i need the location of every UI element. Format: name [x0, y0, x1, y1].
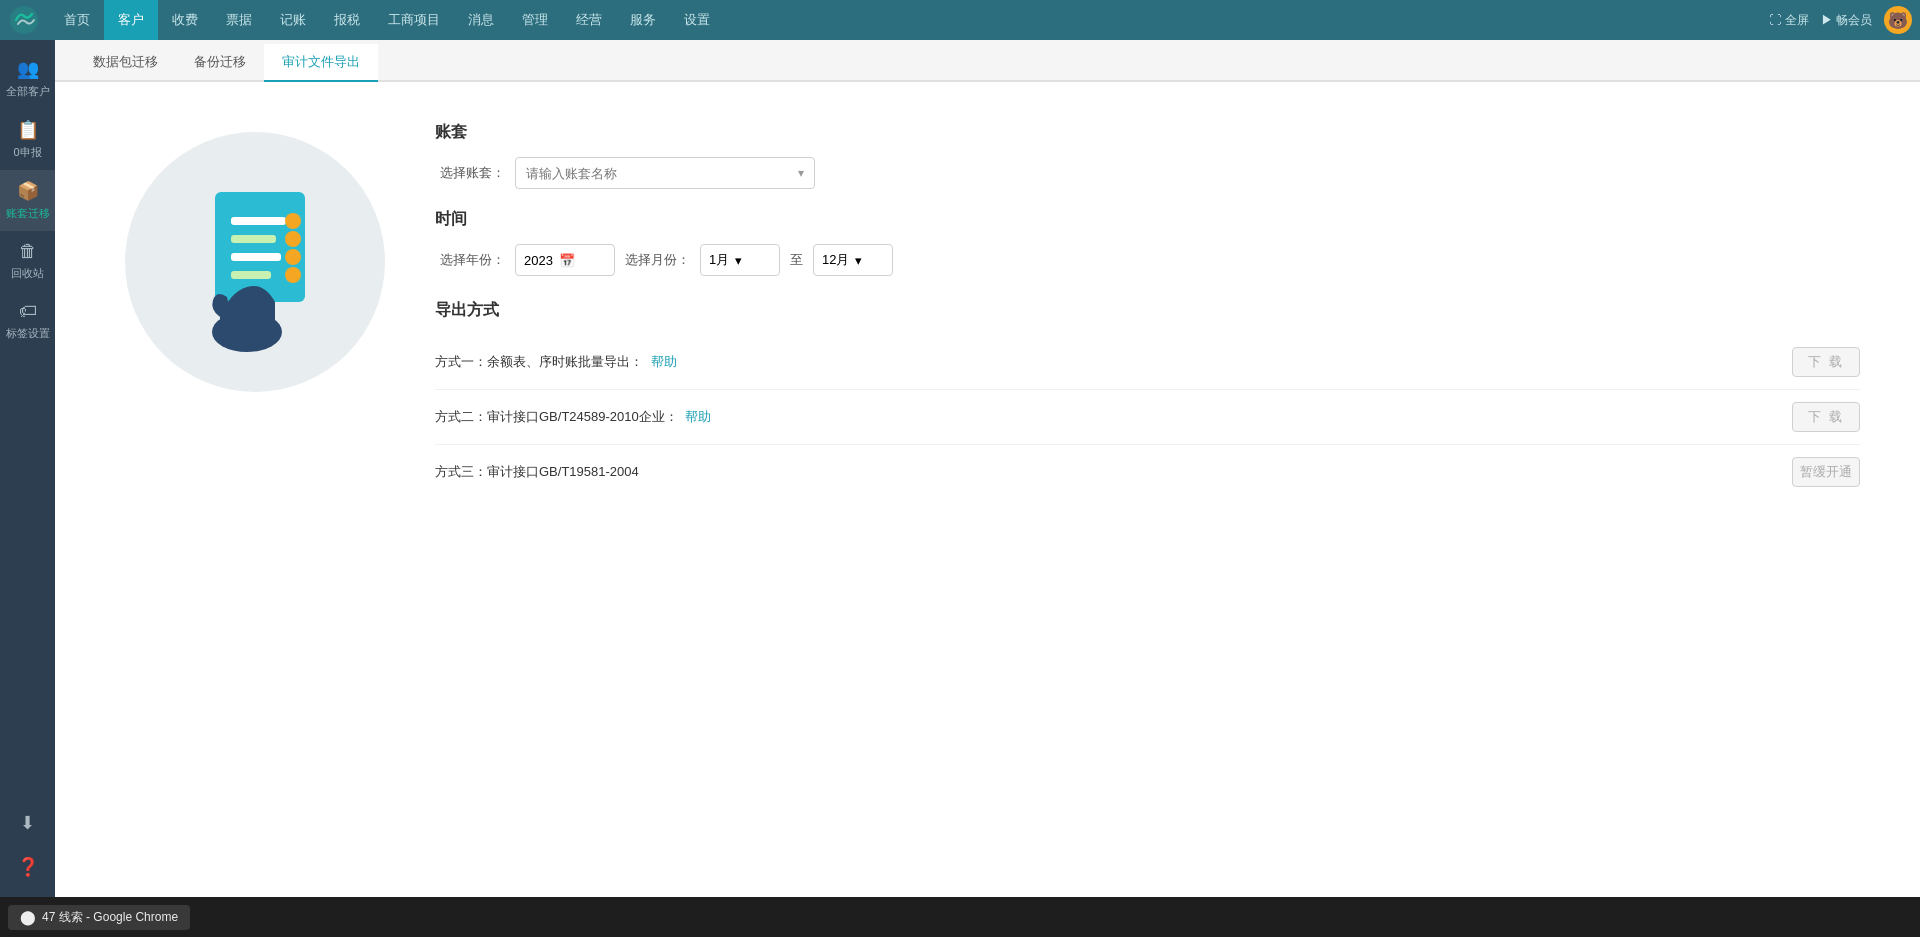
form-side: 账套 选择账套： ▾ 时间 选择年份： 2023 📅 — [415, 112, 1880, 867]
nav-menu: 首页 客户 收费 票据 记账 报税 工商项目 消息 管理 经营 服务 设置 — [50, 0, 1769, 40]
time-inputs: 2023 📅 选择月份： 1月 ▾ 至 12月 ▾ — [515, 244, 893, 276]
sidebar-help-button[interactable]: ❓ — [10, 849, 46, 885]
sidebar: 👥 全部客户 📋 0申报 📦 账套迁移 🗑 回收站 🏷 标签设置 ⬇ ❓ — [0, 40, 55, 897]
month-end-select[interactable]: 12月 ▾ — [813, 244, 893, 276]
sidebar-item-zero-declare[interactable]: 📋 0申报 — [0, 109, 55, 170]
method2-download-button[interactable]: 下 载 — [1792, 402, 1860, 432]
year-input[interactable]: 2023 📅 — [515, 244, 615, 276]
sidebar-item-recycle[interactable]: 🗑 回收站 — [0, 231, 55, 291]
account-migration-icon: 📦 — [17, 180, 39, 202]
month-start-select[interactable]: 1月 ▾ — [700, 244, 780, 276]
tab-data-migration[interactable]: 数据包迁移 — [75, 44, 176, 82]
export-method-3: 方式三：审计接口GB/T19581-2004 暂缓开通 — [435, 445, 1860, 499]
fullscreen-button[interactable]: ⛶ 全屏 — [1769, 12, 1808, 29]
svg-rect-5 — [231, 271, 271, 279]
sidebar-label-recycle: 回收站 — [11, 266, 44, 281]
svg-point-6 — [285, 213, 301, 229]
year-label: 选择年份： — [435, 251, 505, 269]
taskbar-item-label: 47 线索 - Google Chrome — [42, 909, 178, 926]
sidebar-label-all-customers: 全部客户 — [6, 84, 50, 99]
app-logo — [8, 4, 40, 36]
nav-messages[interactable]: 消息 — [454, 0, 508, 40]
member-button[interactable]: ▶ 畅会员 — [1821, 12, 1872, 29]
svg-rect-1 — [215, 192, 305, 302]
nav-accounting[interactable]: 记账 — [266, 0, 320, 40]
chevron-down-icon-month-end: ▾ — [855, 253, 862, 268]
avatar[interactable]: 🐻 — [1884, 6, 1912, 34]
sidebar-label-zero-declare: 0申报 — [13, 145, 41, 160]
illustration-svg — [175, 162, 335, 362]
year-value: 2023 — [524, 253, 553, 268]
chrome-icon: ⬤ — [20, 909, 36, 925]
nav-invoices[interactable]: 票据 — [212, 0, 266, 40]
account-label: 选择账套： — [435, 164, 505, 182]
chevron-down-icon-month: ▾ — [735, 253, 742, 268]
method2-help-link[interactable]: 帮助 — [685, 409, 711, 424]
export-method-1: 方式一：余额表、序时账批量导出： 帮助 下 载 — [435, 335, 1860, 390]
taskbar-chrome-item[interactable]: ⬤ 47 线索 - Google Chrome — [8, 905, 190, 930]
method1-help-link[interactable]: 帮助 — [651, 354, 677, 369]
month-end-value: 12月 — [822, 251, 849, 269]
nav-right-area: ⛶ 全屏 ▶ 畅会员 🐻 — [1769, 6, 1912, 34]
export-method-2: 方式二：审计接口GB/T24589-2010企业： 帮助 下 载 — [435, 390, 1860, 445]
method2-text: 方式二：审计接口GB/T24589-2010企业： 帮助 — [435, 408, 1792, 426]
nav-services[interactable]: 服务 — [616, 0, 670, 40]
nav-fees[interactable]: 收费 — [158, 0, 212, 40]
export-section-title: 导出方式 — [435, 300, 1860, 321]
export-section: 导出方式 方式一：余额表、序时账批量导出： 帮助 下 载 方式二：审计接口GB/… — [435, 300, 1860, 499]
method1-text: 方式一：余额表、序时账批量导出： 帮助 — [435, 353, 1792, 371]
recycle-icon: 🗑 — [19, 241, 37, 262]
nav-management[interactable]: 管理 — [508, 0, 562, 40]
sidebar-download-button[interactable]: ⬇ — [10, 805, 46, 841]
account-input[interactable] — [526, 166, 798, 181]
calendar-icon: 📅 — [559, 253, 575, 268]
month-label: 选择月份： — [625, 251, 690, 269]
sidebar-item-all-customers[interactable]: 👥 全部客户 — [0, 48, 55, 109]
month-separator: 至 — [790, 251, 803, 269]
method1-download-button[interactable]: 下 载 — [1792, 347, 1860, 377]
svg-rect-3 — [231, 235, 276, 243]
all-customers-icon: 👥 — [17, 58, 39, 80]
content-area: 数据包迁移 备份迁移 审计文件导出 — [55, 40, 1920, 897]
sidebar-item-account-migration[interactable]: 📦 账套迁移 — [0, 170, 55, 231]
svg-rect-4 — [231, 253, 281, 261]
tab-bar: 数据包迁移 备份迁移 审计文件导出 — [55, 40, 1920, 82]
main-layout: 👥 全部客户 📋 0申报 📦 账套迁移 🗑 回收站 🏷 标签设置 ⬇ ❓ 数据包… — [0, 40, 1920, 897]
sidebar-item-tag-settings[interactable]: 🏷 标签设置 — [0, 291, 55, 351]
method3-text: 方式三：审计接口GB/T19581-2004 — [435, 463, 1792, 481]
illustration-side — [95, 112, 415, 867]
sidebar-label-tag-settings: 标签设置 — [6, 326, 50, 341]
tab-audit-export[interactable]: 审计文件导出 — [264, 44, 378, 82]
page-content: 账套 选择账套： ▾ 时间 选择年份： 2023 📅 — [55, 82, 1920, 897]
nav-business[interactable]: 工商项目 — [374, 0, 454, 40]
chevron-down-icon: ▾ — [798, 166, 804, 180]
method3-soon-button[interactable]: 暂缓开通 — [1792, 457, 1860, 487]
svg-point-7 — [285, 231, 301, 247]
month-start-value: 1月 — [709, 251, 729, 269]
account-select[interactable]: ▾ — [515, 157, 815, 189]
top-navigation: 首页 客户 收费 票据 记账 报税 工商项目 消息 管理 经营 服务 设置 ⛶ … — [0, 0, 1920, 40]
svg-rect-2 — [231, 217, 286, 225]
illustration-circle — [125, 132, 385, 392]
nav-operations[interactable]: 经营 — [562, 0, 616, 40]
taskbar: ⬤ 47 线索 - Google Chrome — [0, 897, 1920, 937]
nav-customers[interactable]: 客户 — [104, 0, 158, 40]
svg-point-8 — [285, 249, 301, 265]
zero-declare-icon: 📋 — [17, 119, 39, 141]
tag-settings-icon: 🏷 — [19, 301, 37, 322]
nav-tax[interactable]: 报税 — [320, 0, 374, 40]
sidebar-label-account-migration: 账套迁移 — [6, 206, 50, 221]
svg-point-9 — [285, 267, 301, 283]
nav-settings[interactable]: 设置 — [670, 0, 724, 40]
tab-backup-migration[interactable]: 备份迁移 — [176, 44, 264, 82]
sidebar-bottom: ⬇ ❓ — [10, 805, 46, 897]
nav-home[interactable]: 首页 — [50, 0, 104, 40]
time-row: 选择年份： 2023 📅 选择月份： 1月 ▾ 至 12月 — [435, 244, 1860, 276]
account-row: 选择账套： ▾ — [435, 157, 1860, 189]
account-section-title: 账套 — [435, 122, 1860, 143]
time-section-title: 时间 — [435, 209, 1860, 230]
